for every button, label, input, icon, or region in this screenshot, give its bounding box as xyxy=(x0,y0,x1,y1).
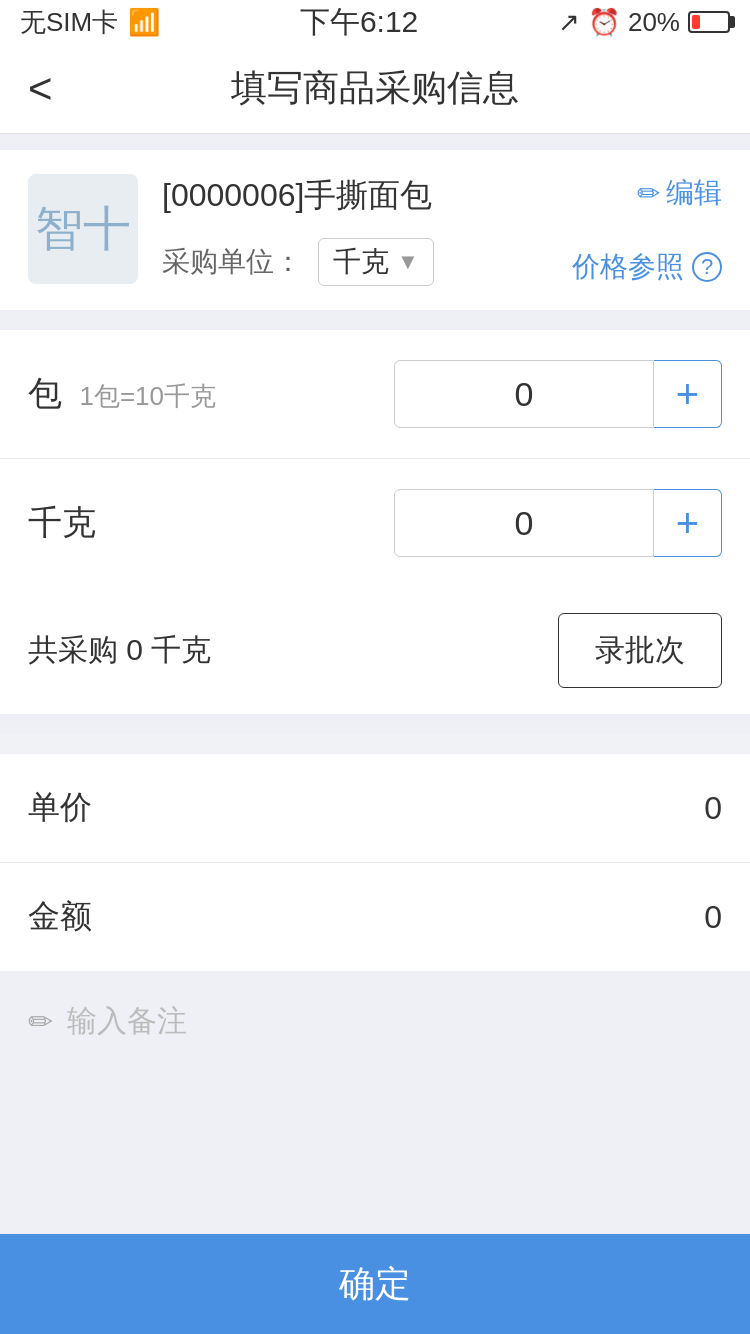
batch-button[interactable]: 录批次 xyxy=(558,613,722,688)
summary-row: 共采购 0 千克 录批次 xyxy=(0,587,750,714)
summary-prefix: 共采购 xyxy=(28,633,118,666)
quantity-row-kg: 千克 + xyxy=(0,459,750,587)
location-icon: ↗ xyxy=(558,7,580,38)
back-button[interactable]: < xyxy=(28,65,53,113)
quantity-label-bag: 包 1包=10千克 xyxy=(28,371,394,417)
nav-bar: < 填写商品采购信息 xyxy=(0,44,750,134)
notes-placeholder: 输入备注 xyxy=(67,1001,187,1042)
quantity-input-wrap-kg: + xyxy=(394,489,722,557)
alarm-icon: ⏰ xyxy=(588,7,620,38)
section-divider-2 xyxy=(0,714,750,734)
quantity-row-bag: 包 1包=10千克 + xyxy=(0,330,750,459)
confirm-label: 确定 xyxy=(339,1260,411,1309)
amount-row: 金额 0 xyxy=(0,863,750,971)
status-right: ↗ ⏰ 20% xyxy=(558,7,730,38)
quantity-plus-bag[interactable]: + xyxy=(654,360,722,428)
edit-label: 编辑 xyxy=(666,174,722,212)
page-title: 填写商品采购信息 xyxy=(231,64,519,113)
status-left: 无SIM卡 📶 xyxy=(20,5,160,40)
info-section: 单价 0 金额 0 xyxy=(0,754,750,971)
battery-text: 20% xyxy=(628,7,680,38)
quantity-sublabel-bag: 1包=10千克 xyxy=(79,381,216,411)
product-thumb-text: 智十 xyxy=(35,197,131,261)
unit-value: 千克 xyxy=(333,243,389,281)
amount-label: 金额 xyxy=(28,895,92,939)
summary-text: 共采购 0 千克 xyxy=(28,630,211,671)
unit-price-label: 单价 xyxy=(28,786,92,830)
unit-price-row: 单价 0 xyxy=(0,754,750,863)
confirm-button[interactable]: 确定 xyxy=(0,1234,750,1334)
unit-price-value: 0 xyxy=(704,790,722,827)
notes-icon: ✏ xyxy=(28,1004,53,1039)
unit-dropdown-arrow: ▼ xyxy=(397,249,419,275)
wifi-icon: 📶 xyxy=(128,7,160,38)
quantity-section: 包 1包=10千克 + 千克 + xyxy=(0,330,750,587)
product-thumbnail: 智十 xyxy=(28,174,138,284)
quantity-input-kg[interactable] xyxy=(394,489,654,557)
status-bar: 无SIM卡 📶 下午6:12 ↗ ⏰ 20% xyxy=(0,0,750,44)
unit-select[interactable]: 千克 ▼ xyxy=(318,238,434,286)
price-ref-help-icon: ? xyxy=(692,252,722,282)
quantity-label-kg: 千克 xyxy=(28,500,394,546)
top-divider xyxy=(0,134,750,150)
quantity-input-bag[interactable] xyxy=(394,360,654,428)
amount-value: 0 xyxy=(704,899,722,936)
status-time: 下午6:12 xyxy=(300,2,418,43)
quantity-input-wrap-bag: + xyxy=(394,360,722,428)
edit-link[interactable]: ✏ 编辑 xyxy=(637,174,722,212)
product-card: 智十 [0000006]手撕面包 采购单位： 千克 ▼ ✏ 编辑 价格参照 ? xyxy=(0,150,750,310)
summary-unit-text: 千克 xyxy=(151,633,211,666)
battery-icon xyxy=(688,11,730,33)
carrier-text: 无SIM卡 xyxy=(20,5,118,40)
edit-icon: ✏ xyxy=(637,177,660,210)
quantity-plus-kg[interactable]: + xyxy=(654,489,722,557)
summary-num: 0 xyxy=(126,633,143,666)
section-divider-1 xyxy=(0,310,750,330)
price-ref-label: 价格参照 xyxy=(572,248,684,286)
notes-section[interactable]: ✏ 输入备注 xyxy=(0,971,750,1072)
unit-label: 采购单位： xyxy=(162,243,302,281)
price-ref-button[interactable]: 价格参照 ? xyxy=(572,248,722,286)
